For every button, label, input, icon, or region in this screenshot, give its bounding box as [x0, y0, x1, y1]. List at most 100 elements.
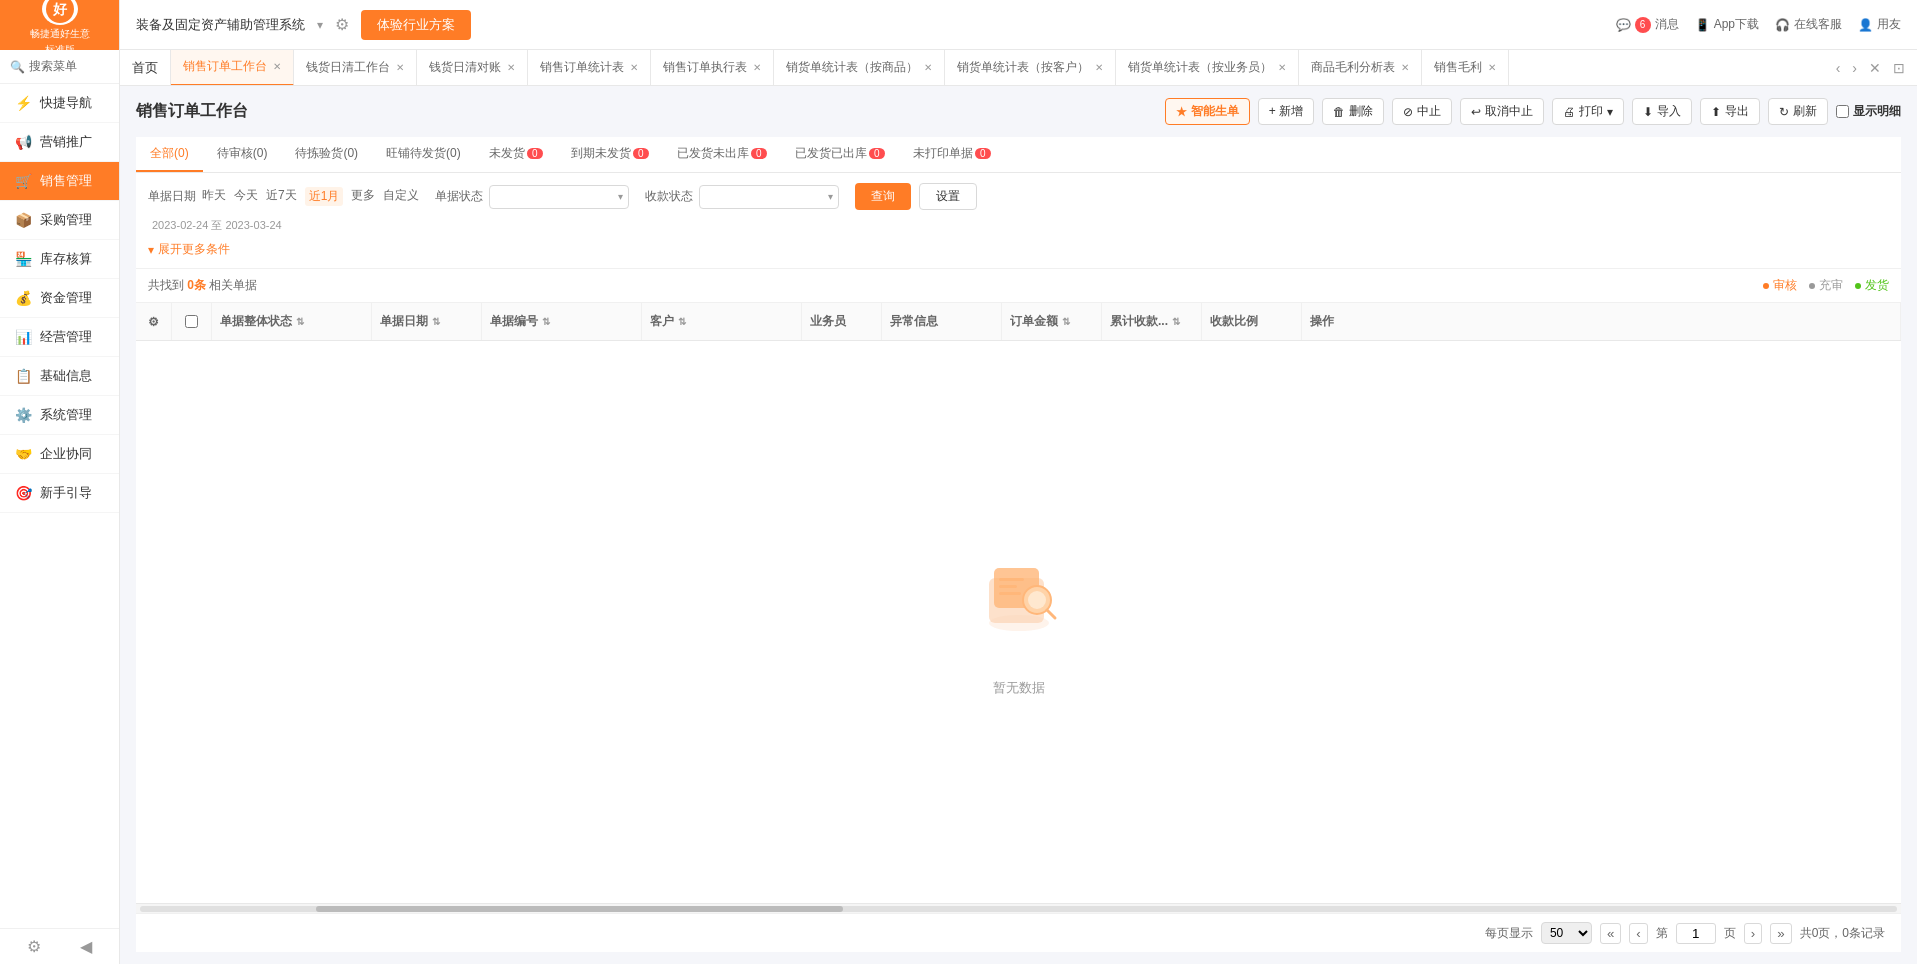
svg-rect-8 — [999, 578, 1024, 581]
sidebar-nav-item-finance[interactable]: 💰 资金管理 — [0, 279, 119, 318]
collapse-btn[interactable]: ◀ — [80, 937, 92, 956]
tab-close-btn[interactable]: ✕ — [396, 62, 404, 73]
sort-status-icon[interactable]: ⇅ — [296, 316, 304, 327]
review-action-btn[interactable]: 审核 — [1763, 277, 1797, 294]
sort-customer-icon[interactable]: ⇅ — [678, 316, 686, 327]
user-item[interactable]: 👤 用友 — [1858, 16, 1901, 33]
date-opt-7days[interactable]: 近7天 — [266, 187, 297, 206]
tab-close-btn[interactable]: ✕ — [1488, 62, 1496, 73]
date-opt-custom[interactable]: 自定义 — [383, 187, 419, 206]
status-select[interactable] — [489, 185, 629, 209]
tab-sales-workbench[interactable]: 销售订单工作台 ✕ — [171, 50, 294, 86]
settings-bottom-btn[interactable]: ⚙ — [27, 937, 41, 956]
tab-nav-next[interactable]: › — [1848, 58, 1861, 78]
sidebar-nav-item-basic-info[interactable]: 📋 基础信息 — [0, 357, 119, 396]
import-btn[interactable]: ⬇ 导入 — [1632, 98, 1692, 125]
sub-tab-shipped-out[interactable]: 已发货已出库0 — [781, 137, 899, 172]
sub-tab-all[interactable]: 全部(0) — [136, 137, 203, 172]
settings-filter-btn[interactable]: 设置 — [919, 183, 977, 210]
sidebar-item-label: 采购管理 — [40, 211, 92, 229]
tab-expand[interactable]: ⊡ — [1889, 58, 1909, 78]
tab-sales-stats[interactable]: 销售订单统计表 ✕ — [528, 50, 651, 86]
first-page-btn[interactable]: « — [1600, 923, 1621, 944]
tab-cash-reconcile[interactable]: 钱货日清对账 ✕ — [417, 50, 528, 86]
tab-close-btn[interactable]: ✕ — [273, 61, 281, 72]
tab-sales-summary-staff[interactable]: 销货单统计表（按业务员） ✕ — [1116, 50, 1299, 86]
query-btn[interactable]: 查询 — [855, 183, 911, 210]
date-opt-yesterday[interactable]: 昨天 — [202, 187, 226, 206]
sidebar-nav-item-quick-nav[interactable]: ⚡ 快捷导航 — [0, 84, 119, 123]
sidebar-nav-item-marketing[interactable]: 📢 营销推广 — [0, 123, 119, 162]
sidebar-nav-item-inventory[interactable]: 🏪 库存核算 — [0, 240, 119, 279]
export-btn[interactable]: ⬆ 导出 — [1700, 98, 1760, 125]
refresh-btn[interactable]: ↻ 刷新 — [1768, 98, 1828, 125]
page-number-input[interactable] — [1676, 923, 1716, 944]
ship-action-btn[interactable]: 发货 — [1855, 277, 1889, 294]
search-menu[interactable]: 🔍 搜索菜单 — [0, 50, 119, 84]
sidebar-nav-item-sales[interactable]: 🛒 销售管理 — [0, 162, 119, 201]
suspend-btn[interactable]: ⊘ 中止 — [1392, 98, 1452, 125]
add-btn[interactable]: + 新增 — [1258, 98, 1314, 125]
last-page-btn[interactable]: » — [1770, 923, 1791, 944]
smart-generate-btn[interactable]: ★ 智能生单 — [1165, 98, 1250, 125]
tab-close-btn[interactable]: ✕ — [1401, 62, 1409, 73]
tab-close-btn[interactable]: ✕ — [507, 62, 515, 73]
page-size-select[interactable]: 50 100 200 — [1541, 922, 1592, 944]
tab-close-all[interactable]: ✕ — [1865, 58, 1885, 78]
tab-nav-prev[interactable]: ‹ — [1832, 58, 1845, 78]
sort-date-icon[interactable]: ⇅ — [432, 316, 440, 327]
sub-tab-shipped-not-out[interactable]: 已发货未出库0 — [663, 137, 781, 172]
tab-cash-daily[interactable]: 钱货日清工作台 ✕ — [294, 50, 417, 86]
sort-number-icon[interactable]: ⇅ — [542, 316, 550, 327]
th-settings[interactable]: ⚙ — [136, 303, 172, 340]
online-service-item[interactable]: 🎧 在线客服 — [1775, 16, 1842, 33]
sub-tab-pending-inspect[interactable]: 待拣验货(0) — [281, 137, 372, 172]
tab-sales-summary-product[interactable]: 销货单统计表（按商品） ✕ — [774, 50, 945, 86]
tab-close-btn[interactable]: ✕ — [753, 62, 761, 73]
sub-tab-overdue[interactable]: 到期未发货0 — [557, 137, 663, 172]
tab-sales-profit[interactable]: 销售毛利 ✕ — [1422, 50, 1509, 86]
topbar-settings-icon[interactable]: ⚙ — [335, 15, 349, 34]
tab-gross-margin[interactable]: 商品毛利分析表 ✕ — [1299, 50, 1422, 86]
tab-close-btn[interactable]: ✕ — [1095, 62, 1103, 73]
sort-amount-icon[interactable]: ⇅ — [1062, 316, 1070, 327]
tab-close-btn[interactable]: ✕ — [630, 62, 638, 73]
payment-select[interactable] — [699, 185, 839, 209]
sidebar-nav-item-enterprise[interactable]: 🤝 企业协同 — [0, 435, 119, 474]
scrollbar-area[interactable] — [136, 903, 1901, 913]
app-download-item[interactable]: 📱 App下载 — [1695, 16, 1759, 33]
print-dropdown-icon[interactable]: ▾ — [1607, 105, 1613, 119]
tab-close-btn[interactable]: ✕ — [1278, 62, 1286, 73]
print-btn[interactable]: 🖨 打印 ▾ — [1552, 98, 1624, 125]
sub-tab-wangpu[interactable]: 旺铺待发货(0) — [372, 137, 475, 172]
sort-cumulative-icon[interactable]: ⇅ — [1172, 316, 1180, 327]
tab-sales-exec[interactable]: 销售订单执行表 ✕ — [651, 50, 774, 86]
sidebar-nav-item-sys-mgmt[interactable]: ⚙️ 系统管理 — [0, 396, 119, 435]
sub-tab-pending-review[interactable]: 待审核(0) — [203, 137, 282, 172]
delete-btn[interactable]: 🗑 删除 — [1322, 98, 1384, 125]
sidebar-nav-item-guide[interactable]: 🎯 新手引导 — [0, 474, 119, 513]
sub-tab-not-shipped[interactable]: 未发货0 — [475, 137, 557, 172]
th-check[interactable] — [172, 303, 212, 340]
sidebar-nav-item-operations[interactable]: 📊 经营管理 — [0, 318, 119, 357]
sub-tab-not-printed[interactable]: 未打印单据0 — [899, 137, 1005, 172]
date-opt-more[interactable]: 更多 — [351, 187, 375, 206]
scrollbar-track[interactable] — [140, 906, 1897, 912]
tab-close-btn[interactable]: ✕ — [924, 62, 932, 73]
show-detail-checkbox[interactable] — [1836, 105, 1849, 118]
sidebar-nav-item-purchase[interactable]: 📦 采购管理 — [0, 201, 119, 240]
industry-btn[interactable]: 体验行业方案 — [361, 10, 471, 40]
cancel-suspend-btn[interactable]: ↩ 取消中止 — [1460, 98, 1544, 125]
show-detail-label[interactable]: 显示明细 — [1836, 103, 1901, 120]
scrollbar-thumb[interactable] — [316, 906, 843, 912]
date-opt-1month[interactable]: 近1月 — [305, 187, 344, 206]
tab-home[interactable]: 首页 — [120, 50, 171, 86]
date-opt-today[interactable]: 今天 — [234, 187, 258, 206]
next-page-btn[interactable]: › — [1744, 923, 1762, 944]
prev-page-btn[interactable]: ‹ — [1629, 923, 1647, 944]
message-item[interactable]: 💬 6 消息 — [1616, 16, 1679, 33]
expand-filter-btn[interactable]: ▾ 展开更多条件 — [148, 241, 1889, 258]
select-all-checkbox[interactable] — [185, 315, 198, 328]
tab-sales-summary-customer[interactable]: 销货单统计表（按客户） ✕ — [945, 50, 1116, 86]
cancel-review-action-btn[interactable]: 充审 — [1809, 277, 1843, 294]
